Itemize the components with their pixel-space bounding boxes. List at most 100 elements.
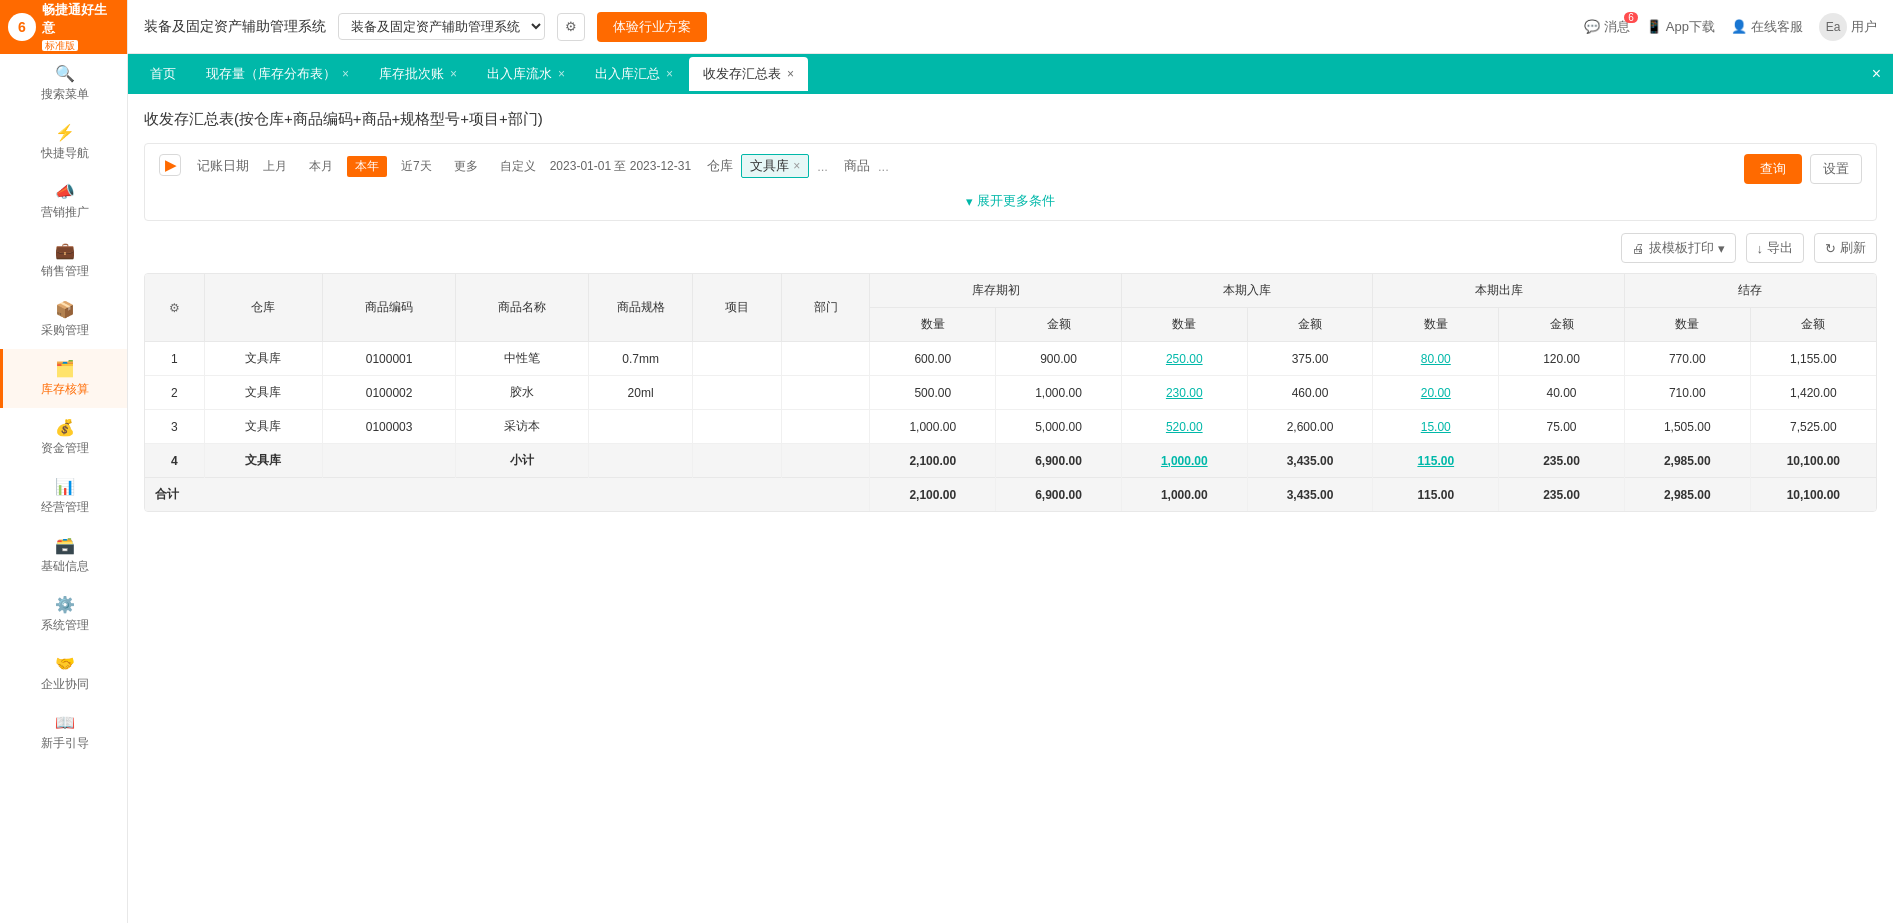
date-btn-7days[interactable]: 近7天 [393,156,440,177]
cell-open-qty: 600.00 [870,342,996,376]
th-warehouse: 仓库 [204,274,322,342]
date-btn-custom[interactable]: 自定义 [492,156,544,177]
filter-collapse-btn[interactable]: ▶ [159,154,181,176]
table-footer: 合计 2,100.00 6,900.00 1,000.00 3,435.00 1… [145,478,1876,512]
table-row: 2文具库0100002胶水20ml500.001,000.00230.00460… [145,376,1876,410]
sidebar-item-purchase[interactable]: 📦 采购管理 [0,290,127,349]
cell-open-amt: 1,000.00 [996,376,1122,410]
tab-summary[interactable]: 出入库汇总 × [581,57,687,91]
cell-in-amt: 460.00 [1247,376,1373,410]
tab-close-inventory-dist[interactable]: × [342,67,349,81]
th-code: 商品编码 [323,274,456,342]
date-btn-this-month[interactable]: 本月 [301,156,341,177]
cell-out-amt: 40.00 [1499,376,1625,410]
main-area: 装备及固定资产辅助管理系统 装备及固定资产辅助管理系统 ⚙ 体验行业方案 💬 消… [128,0,1893,923]
cell-in-qty[interactable]: 520.00 [1121,410,1247,444]
tab-home[interactable]: 首页 [136,57,190,91]
tab-flow[interactable]: 出入库流水 × [473,57,579,91]
footer-out-qty: 115.00 [1373,478,1499,512]
th-open-qty: 数量 [870,308,996,342]
user-area[interactable]: Ea 用户 [1819,13,1877,41]
tab-close-stock-summary[interactable]: × [787,67,794,81]
tab-close-flow[interactable]: × [558,67,565,81]
experience-btn[interactable]: 体验行业方案 [597,12,707,42]
tab-inventory-dist[interactable]: 现存量（库存分布表） × [192,57,363,91]
sidebar-item-search[interactable]: 🔍 搜索菜单 [0,54,127,113]
th-open-amt: 金额 [996,308,1122,342]
cell-out-amt: 75.00 [1499,410,1625,444]
sidebar-item-funds[interactable]: 💰 资金管理 [0,408,127,467]
filter-settings-btn[interactable]: 设置 [1810,154,1862,184]
th-dept: 部门 [781,274,870,342]
tab-close-summary[interactable]: × [666,67,673,81]
table-settings-icon[interactable]: ⚙ [169,301,180,315]
th-in-amt: 金额 [1247,308,1373,342]
tab-stock-summary[interactable]: 收发存汇总表 × [689,57,808,91]
cell-out-qty[interactable]: 80.00 [1373,342,1499,376]
refresh-btn[interactable]: ↻ 刷新 [1814,233,1877,263]
table-row: 4文具库小计2,100.006,900.001,000.003,435.0011… [145,444,1876,478]
cell-in-qty[interactable]: 250.00 [1121,342,1247,376]
search-icon: 🔍 [55,64,75,83]
sidebar-item-guide[interactable]: 📖 新手引导 [0,703,127,762]
app-download-btn[interactable]: 📱 App下载 [1646,18,1715,36]
cell-out-qty[interactable]: 115.00 [1373,444,1499,478]
cell-in-qty[interactable]: 230.00 [1121,376,1247,410]
th-out: 本期出库 [1373,274,1625,308]
system-title: 装备及固定资产辅助管理系统 [144,18,326,36]
page-title: 收发存汇总表(按仓库+商品编码+商品+规格型号+项目+部门) [144,110,1877,129]
th-bal-amt: 金额 [1750,308,1876,342]
quicknav-icon: ⚡ [55,123,75,142]
sidebar-item-system[interactable]: ⚙️ 系统管理 [0,585,127,644]
date-btn-last-month[interactable]: 上月 [255,156,295,177]
sidebar-item-cooperation[interactable]: 🤝 企业协同 [0,644,127,703]
settings-icon-btn[interactable]: ⚙ [557,13,585,41]
query-btn[interactable]: 查询 [1744,154,1802,184]
cell-warehouse: 文具库 [204,342,322,376]
base-info-icon: 🗃️ [55,536,75,555]
cell-out-qty[interactable]: 20.00 [1373,376,1499,410]
print-btn[interactable]: 🖨 拔模板打印 ▾ [1621,233,1736,263]
cell-bal-qty: 1,505.00 [1624,410,1750,444]
cell-in-qty[interactable]: 1,000.00 [1121,444,1247,478]
th-project: 项目 [692,274,781,342]
th-name: 商品名称 [456,274,589,342]
tab-close-batch[interactable]: × [450,67,457,81]
sidebar-logo: 6 畅捷通好生意 标准版 [0,0,127,54]
date-btn-more[interactable]: 更多 [446,156,486,177]
cell-project [692,410,781,444]
print-icon: 🖨 [1632,241,1645,256]
th-settings[interactable]: ⚙ [145,274,204,342]
message-btn[interactable]: 💬 消息 6 [1584,18,1630,36]
sidebar-item-base-info[interactable]: 🗃️ 基础信息 [0,526,127,585]
sidebar-item-sales[interactable]: 💼 销售管理 [0,231,127,290]
service-icon: 👤 [1731,19,1747,34]
expand-down-icon: ▾ [966,194,973,209]
cell-open-qty: 2,100.00 [870,444,996,478]
date-filter: 记账日期 上月 本月 本年 近7天 更多 自定义 2023-01-01 至 20… [197,156,691,177]
sidebar-item-inventory[interactable]: 🗂️ 库存核算 [0,349,127,408]
sidebar-item-marketing[interactable]: 📣 营销推广 [0,172,127,231]
operations-icon: 📊 [55,477,75,496]
cell-name: 小计 [456,444,589,478]
sidebar: 6 畅捷通好生意 标准版 🔍 搜索菜单 ⚡ 快捷导航 📣 营销推广 💼 销售管理 [0,0,128,923]
logo-text: 畅捷通好生意 标准版 [42,1,119,53]
cell-bal-amt: 1,155.00 [1750,342,1876,376]
cell-open-amt: 900.00 [996,342,1122,376]
export-btn[interactable]: ↓ 导出 [1746,233,1805,263]
filter-left: 记账日期 上月 本月 本年 近7天 更多 自定义 2023-01-01 至 20… [197,154,1728,178]
filter-section: ▶ 记账日期 上月 本月 本年 近7天 更多 自定义 2023-01-01 至 … [159,154,1862,184]
sidebar-item-quick-nav[interactable]: ⚡ 快捷导航 [0,113,127,172]
cell-num: 2 [145,376,204,410]
warehouse-tag-remove[interactable]: × [793,159,800,173]
system-select[interactable]: 装备及固定资产辅助管理系统 [338,13,545,40]
date-btn-this-year[interactable]: 本年 [347,156,387,177]
expand-more-btn[interactable]: ▾ 展开更多条件 [159,192,1862,210]
cell-spec [589,444,693,478]
cell-out-qty[interactable]: 15.00 [1373,410,1499,444]
sidebar-item-operations[interactable]: 📊 经营管理 [0,467,127,526]
tab-batch[interactable]: 库存批次账 × [365,57,471,91]
tabbar-close-btn[interactable]: × [1868,61,1885,87]
cell-bal-qty: 770.00 [1624,342,1750,376]
online-service-btn[interactable]: 👤 在线客服 [1731,18,1803,36]
